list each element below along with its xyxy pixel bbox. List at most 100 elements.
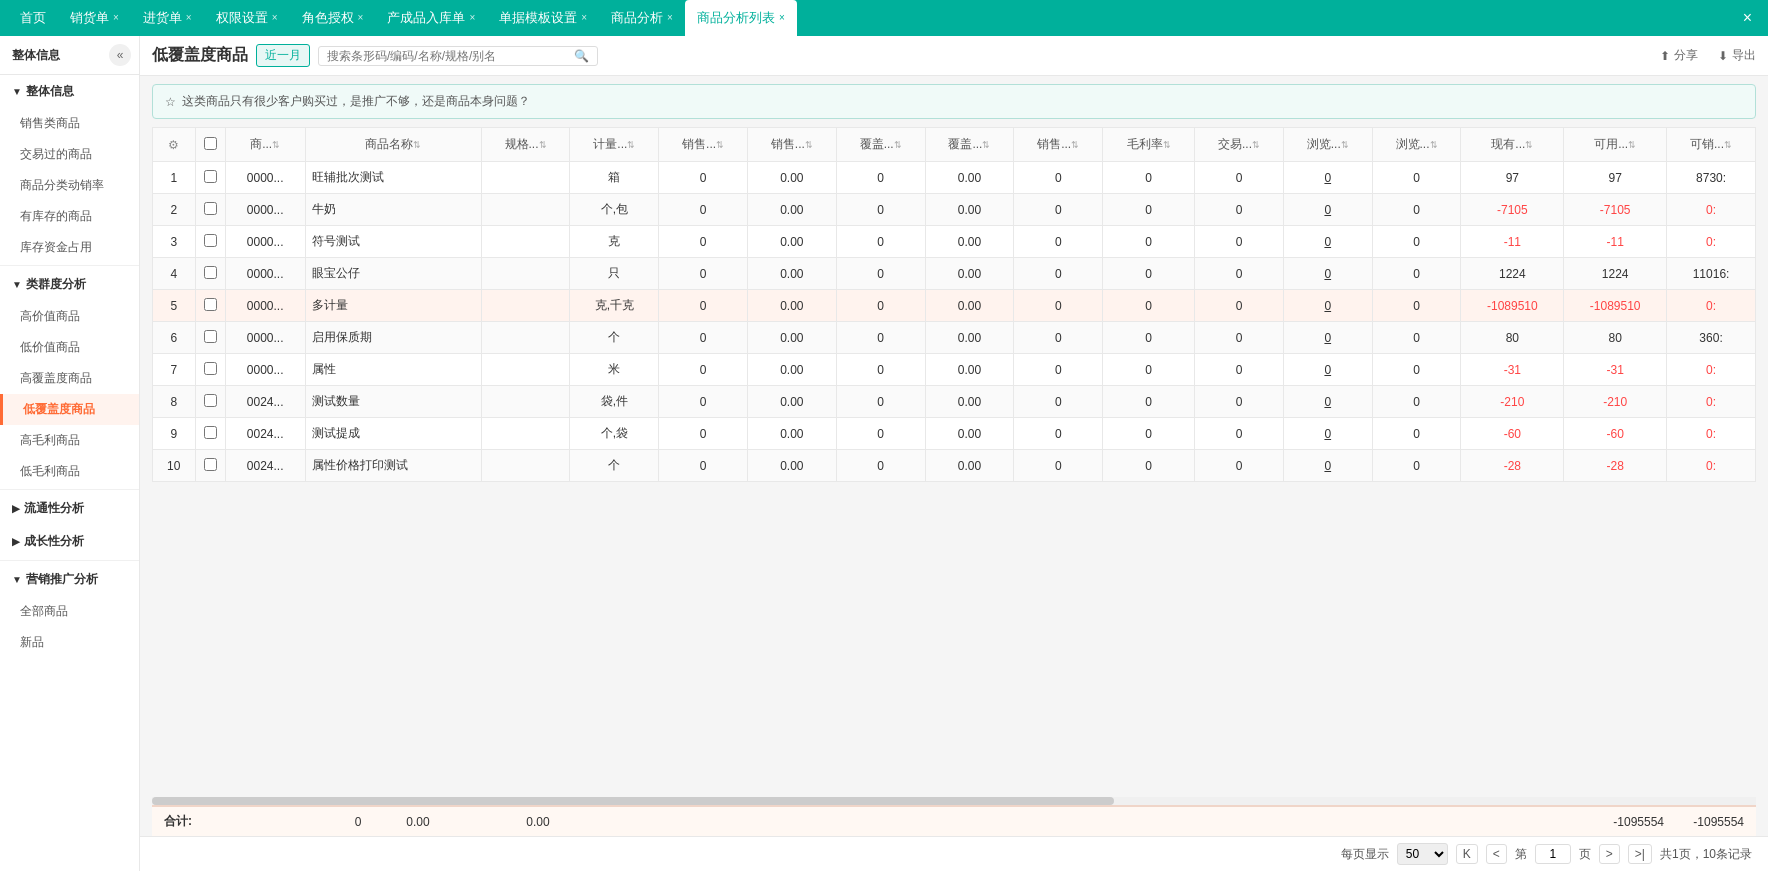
row-checkbox[interactable] (195, 418, 225, 450)
nav-product-analysis[interactable]: 商品分析 × (599, 0, 685, 36)
row-checkbox-input[interactable] (204, 394, 217, 407)
row-browse1[interactable]: 0 (1283, 194, 1372, 226)
row-checkbox-input[interactable] (204, 458, 217, 471)
sidebar-group-marketing[interactable]: ▼ 营销推广分析 (0, 563, 139, 596)
row-checkbox-input[interactable] (204, 426, 217, 439)
sort-trade-count-icon[interactable]: ⇅ (1252, 140, 1260, 150)
row-checkbox[interactable] (195, 258, 225, 290)
page-number-input[interactable] (1535, 844, 1571, 864)
th-unit[interactable]: 计量...⇅ (570, 128, 659, 162)
th-cover-rate[interactable]: 覆盖...⇅ (925, 128, 1014, 162)
th-name[interactable]: 商品名称⇅ (305, 128, 481, 162)
data-table-wrapper[interactable]: ⚙ 商...⇅ 商品名称⇅ 规格...⇅ 计量...⇅ 销售...⇅ 销售...… (152, 127, 1756, 797)
row-checkbox[interactable] (195, 194, 225, 226)
close-template-settings[interactable]: × (581, 0, 587, 36)
sort-browse2-icon[interactable]: ⇅ (1430, 140, 1438, 150)
row-checkbox[interactable] (195, 162, 225, 194)
select-all-checkbox[interactable] (204, 137, 217, 150)
sort-available-icon[interactable]: ⇅ (1628, 140, 1636, 150)
sort-saleable-icon[interactable]: ⇅ (1724, 140, 1732, 150)
row-checkbox[interactable] (195, 450, 225, 482)
sort-sales-qty-icon[interactable]: ⇅ (716, 140, 724, 150)
row-checkbox[interactable] (195, 226, 225, 258)
first-page-button[interactable]: K (1456, 844, 1478, 864)
close-purchase-order[interactable]: × (186, 0, 192, 36)
sidebar-item-traded-products[interactable]: 交易过的商品 (0, 139, 139, 170)
th-browse2[interactable]: 浏览...⇅ (1372, 128, 1461, 162)
row-browse1[interactable]: 0 (1283, 354, 1372, 386)
horizontal-scrollbar[interactable] (152, 797, 1756, 805)
nav-product-analysis-list[interactable]: 商品分析列表 × (685, 0, 797, 36)
nav-purchase-order[interactable]: 进货单 × (131, 0, 204, 36)
row-checkbox-input[interactable] (204, 362, 217, 375)
th-trade-count[interactable]: 交易...⇅ (1195, 128, 1284, 162)
prev-page-button[interactable]: < (1486, 844, 1507, 864)
row-checkbox[interactable] (195, 354, 225, 386)
close-product-analysis-list[interactable]: × (779, 0, 785, 36)
sidebar-item-all-products[interactable]: 全部商品 (0, 596, 139, 627)
sort-current-stock-icon[interactable]: ⇅ (1525, 140, 1533, 150)
row-browse1[interactable]: 0 (1283, 418, 1372, 450)
page-size-select[interactable]: 50 20 100 (1397, 843, 1448, 865)
sidebar-item-stocked[interactable]: 有库存的商品 (0, 201, 139, 232)
row-checkbox[interactable] (195, 386, 225, 418)
nav-product-inbound[interactable]: 产成品入库单 × (375, 0, 487, 36)
sidebar-collapse-button[interactable]: « (109, 44, 131, 66)
row-checkbox-input[interactable] (204, 266, 217, 279)
row-browse1[interactable]: 0 (1283, 162, 1372, 194)
sort-browse1-icon[interactable]: ⇅ (1341, 140, 1349, 150)
sort-sales-amt-icon[interactable]: ⇅ (805, 140, 813, 150)
row-browse1[interactable]: 0 (1283, 290, 1372, 322)
row-checkbox[interactable] (195, 322, 225, 354)
sidebar-item-low-value[interactable]: 低价值商品 (0, 332, 139, 363)
close-sales-order[interactable]: × (113, 0, 119, 36)
row-browse1[interactable]: 0 (1283, 258, 1372, 290)
next-page-button[interactable]: > (1599, 844, 1620, 864)
sort-cover-count-icon[interactable]: ⇅ (894, 140, 902, 150)
nav-sales-order[interactable]: 销货单 × (58, 0, 131, 36)
sidebar-group-growth[interactable]: ▶ 成长性分析 (0, 525, 139, 558)
sort-sales-days-icon[interactable]: ⇅ (1071, 140, 1079, 150)
sidebar-group-quality[interactable]: ▼ 类群度分析 (0, 268, 139, 301)
sort-cover-rate-icon[interactable]: ⇅ (982, 140, 990, 150)
sidebar-group-flow[interactable]: ▶ 流通性分析 (0, 492, 139, 525)
row-checkbox-input[interactable] (204, 330, 217, 343)
th-gross-rate[interactable]: 毛利率⇅ (1103, 128, 1195, 162)
nav-home[interactable]: 首页 (8, 0, 58, 36)
search-input[interactable] (327, 49, 570, 63)
period-filter-button[interactable]: 近一月 (256, 44, 310, 67)
th-current-stock[interactable]: 现有...⇅ (1461, 128, 1564, 162)
row-browse1[interactable]: 0 (1283, 226, 1372, 258)
row-checkbox-input[interactable] (204, 234, 217, 247)
th-browse1[interactable]: 浏览...⇅ (1283, 128, 1372, 162)
search-icon[interactable]: 🔍 (574, 49, 589, 63)
th-sales-qty[interactable]: 销售...⇅ (659, 128, 748, 162)
th-code[interactable]: 商...⇅ (225, 128, 305, 162)
sidebar-item-high-value[interactable]: 高价值商品 (0, 301, 139, 332)
close-product-inbound[interactable]: × (469, 0, 475, 36)
row-checkbox-input[interactable] (204, 170, 217, 183)
sidebar-item-high-coverage[interactable]: 高覆盖度商品 (0, 363, 139, 394)
nav-permission-settings[interactable]: 权限设置 × (204, 0, 290, 36)
row-checkbox-input[interactable] (204, 202, 217, 215)
last-page-button[interactable]: >| (1628, 844, 1652, 864)
settings-icon[interactable]: ⚙ (168, 138, 179, 152)
sidebar-item-category-rate[interactable]: 商品分类动销率 (0, 170, 139, 201)
th-spec[interactable]: 规格...⇅ (481, 128, 570, 162)
row-browse1[interactable]: 0 (1283, 322, 1372, 354)
close-permission-settings[interactable]: × (272, 0, 278, 36)
th-cover-count[interactable]: 覆盖...⇅ (836, 128, 925, 162)
th-checkbox[interactable] (195, 128, 225, 162)
row-browse1[interactable]: 0 (1283, 450, 1372, 482)
nav-template-settings[interactable]: 单据模板设置 × (487, 0, 599, 36)
sidebar-item-sales-products[interactable]: 销售类商品 (0, 108, 139, 139)
sort-gross-rate-icon[interactable]: ⇅ (1163, 140, 1171, 150)
sort-code-icon[interactable]: ⇅ (272, 140, 280, 150)
scrollbar-thumb[interactable] (152, 797, 1114, 805)
close-all-tabs[interactable]: × (1735, 9, 1760, 27)
share-button[interactable]: ⬆ 分享 (1660, 47, 1698, 64)
nav-role-auth[interactable]: 角色授权 × (290, 0, 376, 36)
sort-spec-icon[interactable]: ⇅ (539, 140, 547, 150)
th-available[interactable]: 可用...⇅ (1564, 128, 1667, 162)
sidebar-item-stock-capital[interactable]: 库存资金占用 (0, 232, 139, 263)
